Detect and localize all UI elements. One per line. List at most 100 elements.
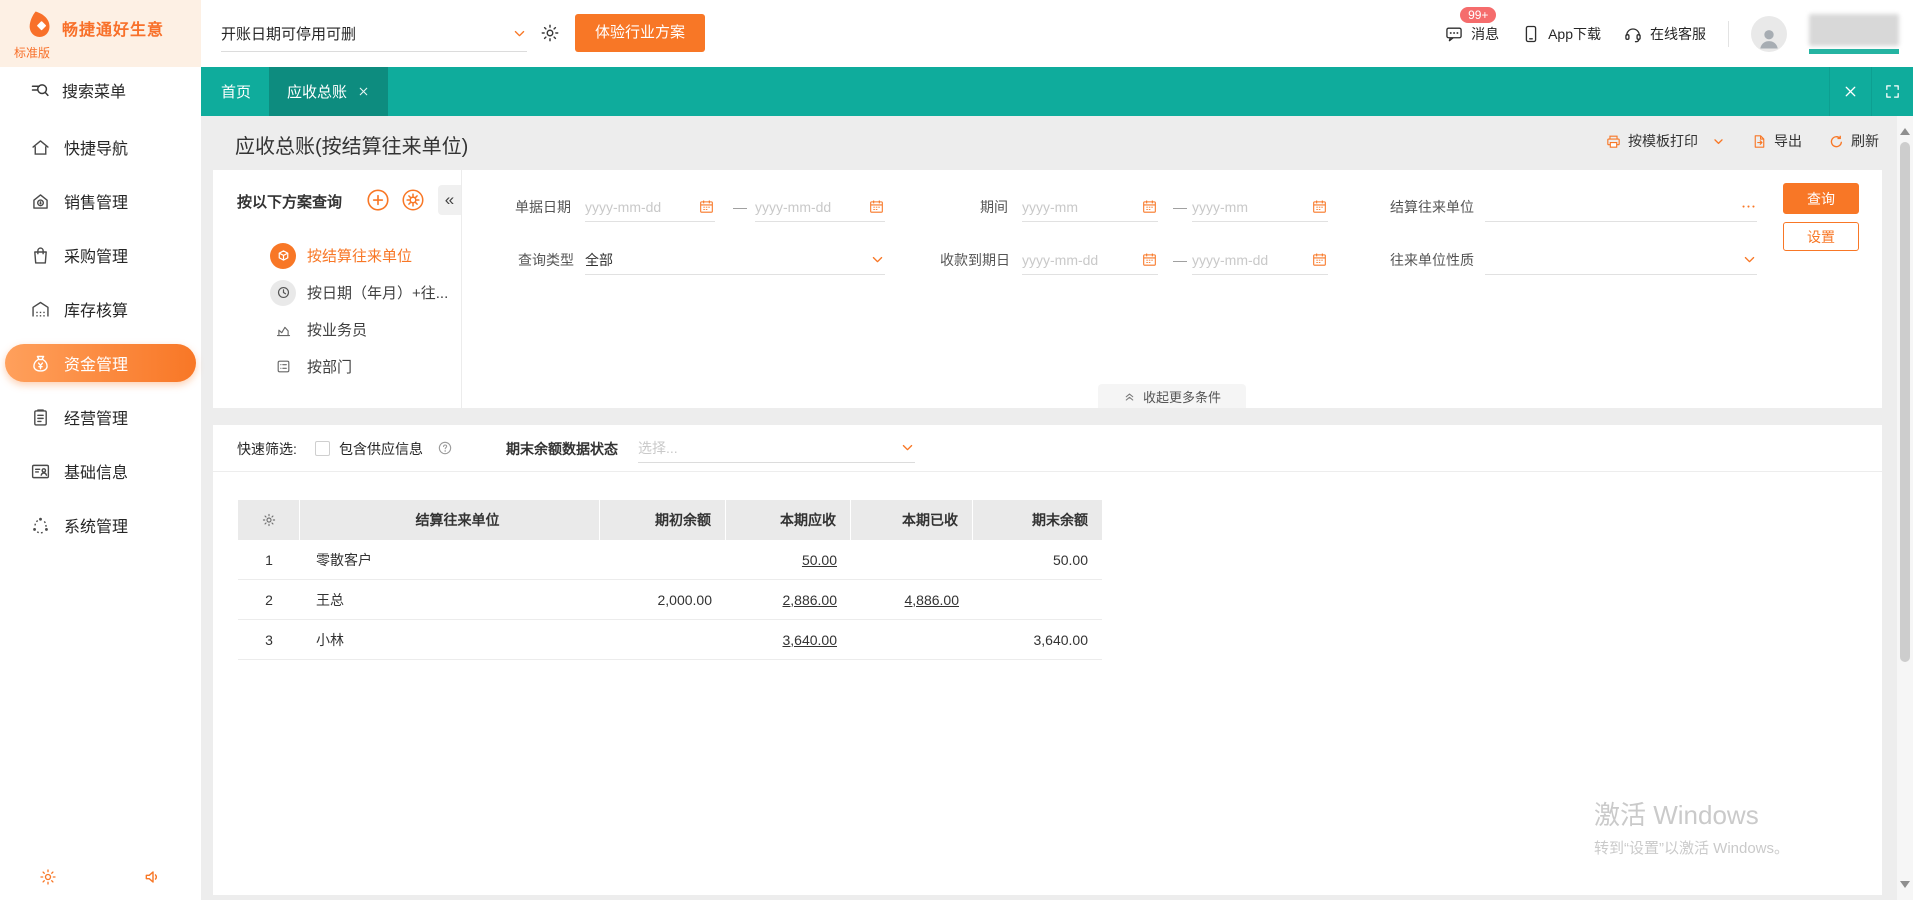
query-plan-item[interactable]: 按业务员 — [213, 311, 461, 348]
balance-status-select[interactable]: 选择... — [638, 433, 915, 463]
chevron-down-icon — [870, 252, 885, 267]
query-plan-label: 按日期（年月）+往... — [307, 285, 449, 302]
amount-link[interactable]: 2,886.00 — [783, 592, 838, 608]
doc-date-to-field[interactable] — [755, 192, 885, 222]
collapse-plans-button[interactable]: « — [438, 185, 461, 215]
query-plan-item[interactable]: 按日期（年月）+往... — [213, 274, 461, 311]
calendar-icon[interactable] — [1141, 251, 1158, 268]
sidebar-item-label: 基础信息 — [64, 465, 129, 482]
print-by-template-button[interactable]: 按模板打印 — [1605, 131, 1725, 151]
period-from-field[interactable] — [1022, 192, 1158, 222]
column-header[interactable]: 期初余额 — [600, 500, 726, 540]
doc-date-label: 单据日期 — [515, 199, 571, 215]
calendar-icon[interactable] — [868, 198, 885, 215]
refresh-label: 刷新 — [1851, 133, 1879, 149]
calendar-icon[interactable] — [1311, 198, 1328, 215]
column-gear-icon[interactable] — [261, 512, 277, 528]
scrollbar-thumb[interactable] — [1900, 142, 1910, 662]
query-type-value: 全部 — [585, 251, 613, 268]
refresh-button[interactable]: 刷新 — [1828, 131, 1879, 151]
sidebar-item-inventory[interactable]: 库存核算 — [0, 282, 201, 336]
due-date-from-input[interactable] — [1022, 251, 1137, 268]
calendar-icon[interactable] — [1311, 251, 1328, 268]
period-to-input[interactable] — [1192, 198, 1307, 215]
app-download-link[interactable]: App下载 — [1521, 24, 1601, 44]
query-type-select[interactable]: 全部 — [585, 245, 885, 275]
close-all-tabs-button[interactable] — [1829, 67, 1871, 116]
username-redacted[interactable] — [1809, 12, 1899, 56]
close-tab-icon[interactable] — [357, 85, 370, 98]
sidebar-item-sales[interactable]: 销售管理 — [0, 174, 201, 228]
calendar-icon[interactable] — [698, 198, 715, 215]
sidebar-item-funds[interactable]: 资金管理 — [5, 344, 196, 382]
sidebar-item-system[interactable]: 系统管理 — [0, 498, 201, 552]
collapse-more-conditions[interactable]: 收起更多条件 — [1098, 384, 1246, 408]
export-button[interactable]: 导出 — [1751, 131, 1802, 151]
sidebar-search-menu[interactable]: 搜索菜单 — [0, 74, 201, 106]
messages-link[interactable]: 99+ 消息 — [1444, 6, 1500, 44]
system-icon — [30, 515, 51, 536]
online-support-link[interactable]: 在线客服 — [1623, 24, 1706, 44]
topbar-divider — [1728, 20, 1729, 47]
tab-应收总账[interactable]: 应收总账 — [269, 67, 389, 116]
due-date-from-field[interactable] — [1022, 245, 1158, 275]
sidebar-item-label: 快捷导航 — [64, 141, 129, 158]
page-header: 应收总账(按结算往来单位) 按模板打印 导出 刷新 — [201, 116, 1913, 170]
speaker-icon[interactable] — [143, 867, 163, 887]
sidebar-item-business[interactable]: 经营管理 — [0, 390, 201, 444]
period-from-input[interactable] — [1022, 198, 1137, 215]
amount-link[interactable]: 3,640.00 — [783, 632, 838, 648]
sidebar-item-purchase[interactable]: 采购管理 — [0, 228, 201, 282]
settings-button[interactable]: 设置 — [1783, 222, 1859, 251]
query-plan-item[interactable]: 按部门 — [213, 348, 461, 385]
gear-icon[interactable] — [539, 22, 561, 44]
query-plans-title: 按以下方案查询 — [237, 194, 343, 211]
column-header[interactable]: 本期应收 — [726, 500, 851, 540]
double-chevron-up-icon — [1123, 390, 1136, 403]
plan-settings-icon[interactable] — [400, 187, 426, 213]
doc-date-from-input[interactable] — [585, 198, 694, 215]
doc-date-from-field[interactable] — [585, 192, 715, 222]
partner-kind-select[interactable] — [1485, 245, 1757, 275]
sidebar-search-label: 搜索菜单 — [62, 84, 127, 101]
table-row[interactable]: 1 零散客户 50.00 50.00 — [238, 540, 1102, 580]
avatar[interactable] — [1751, 15, 1787, 52]
doc-date-to-input[interactable] — [755, 198, 864, 215]
ellipsis-icon[interactable] — [1740, 198, 1757, 215]
table-row[interactable]: 2 王总 2,000.00 2,886.00 4,886.00 — [238, 580, 1102, 620]
query-plan-item[interactable]: 按结算往来单位 — [213, 237, 461, 274]
table-row[interactable]: 3 小林 3,640.00 3,640.00 — [238, 620, 1102, 660]
calendar-icon[interactable] — [1141, 198, 1158, 215]
table-body: 1 零散客户 50.00 50.00 2 王总 2,000.00 2,886.00 4,886.… — [238, 540, 1102, 660]
vertical-scrollbar[interactable] — [1896, 116, 1913, 900]
period-to-field[interactable] — [1192, 192, 1328, 222]
include-supply-checkbox[interactable] — [315, 441, 330, 456]
column-header[interactable]: 结算往来单位 — [300, 500, 600, 540]
add-plan-icon[interactable] — [365, 187, 391, 213]
refresh-icon — [1828, 133, 1845, 150]
due-date-to-field[interactable] — [1192, 245, 1328, 275]
column-header[interactable]: 期末余额 — [973, 500, 1102, 540]
trial-industry-button[interactable]: 体验行业方案 — [575, 14, 706, 52]
sidebar-item-baseinfo[interactable]: 基础信息 — [0, 444, 201, 498]
account-set-select[interactable]: 开账日期可停用可删 — [221, 16, 527, 52]
range-dash: — — [733, 199, 747, 215]
scroll-up-arrow-icon[interactable] — [1900, 123, 1910, 135]
messages-label: 消息 — [1471, 25, 1500, 42]
fullscreen-button[interactable] — [1871, 67, 1913, 116]
printer-icon — [1605, 133, 1622, 150]
settings-gear-icon[interactable] — [38, 867, 58, 887]
scroll-down-arrow-icon[interactable] — [1900, 881, 1910, 893]
partner-field[interactable] — [1485, 192, 1757, 222]
range-dash: — — [1173, 252, 1187, 268]
amount-link[interactable]: 50.00 — [802, 552, 837, 568]
tab-首页[interactable]: 首页 — [203, 67, 269, 116]
amount-link[interactable]: 4,886.00 — [905, 592, 960, 608]
inventory-icon — [30, 299, 51, 320]
cell-text: 50.00 — [1052, 551, 1088, 568]
due-date-to-input[interactable] — [1192, 251, 1307, 268]
sidebar-item-home[interactable]: 快捷导航 — [0, 120, 201, 174]
help-question-icon[interactable] — [437, 440, 453, 456]
search-button[interactable]: 查询 — [1783, 183, 1859, 214]
column-header[interactable]: 本期已收 — [851, 500, 973, 540]
